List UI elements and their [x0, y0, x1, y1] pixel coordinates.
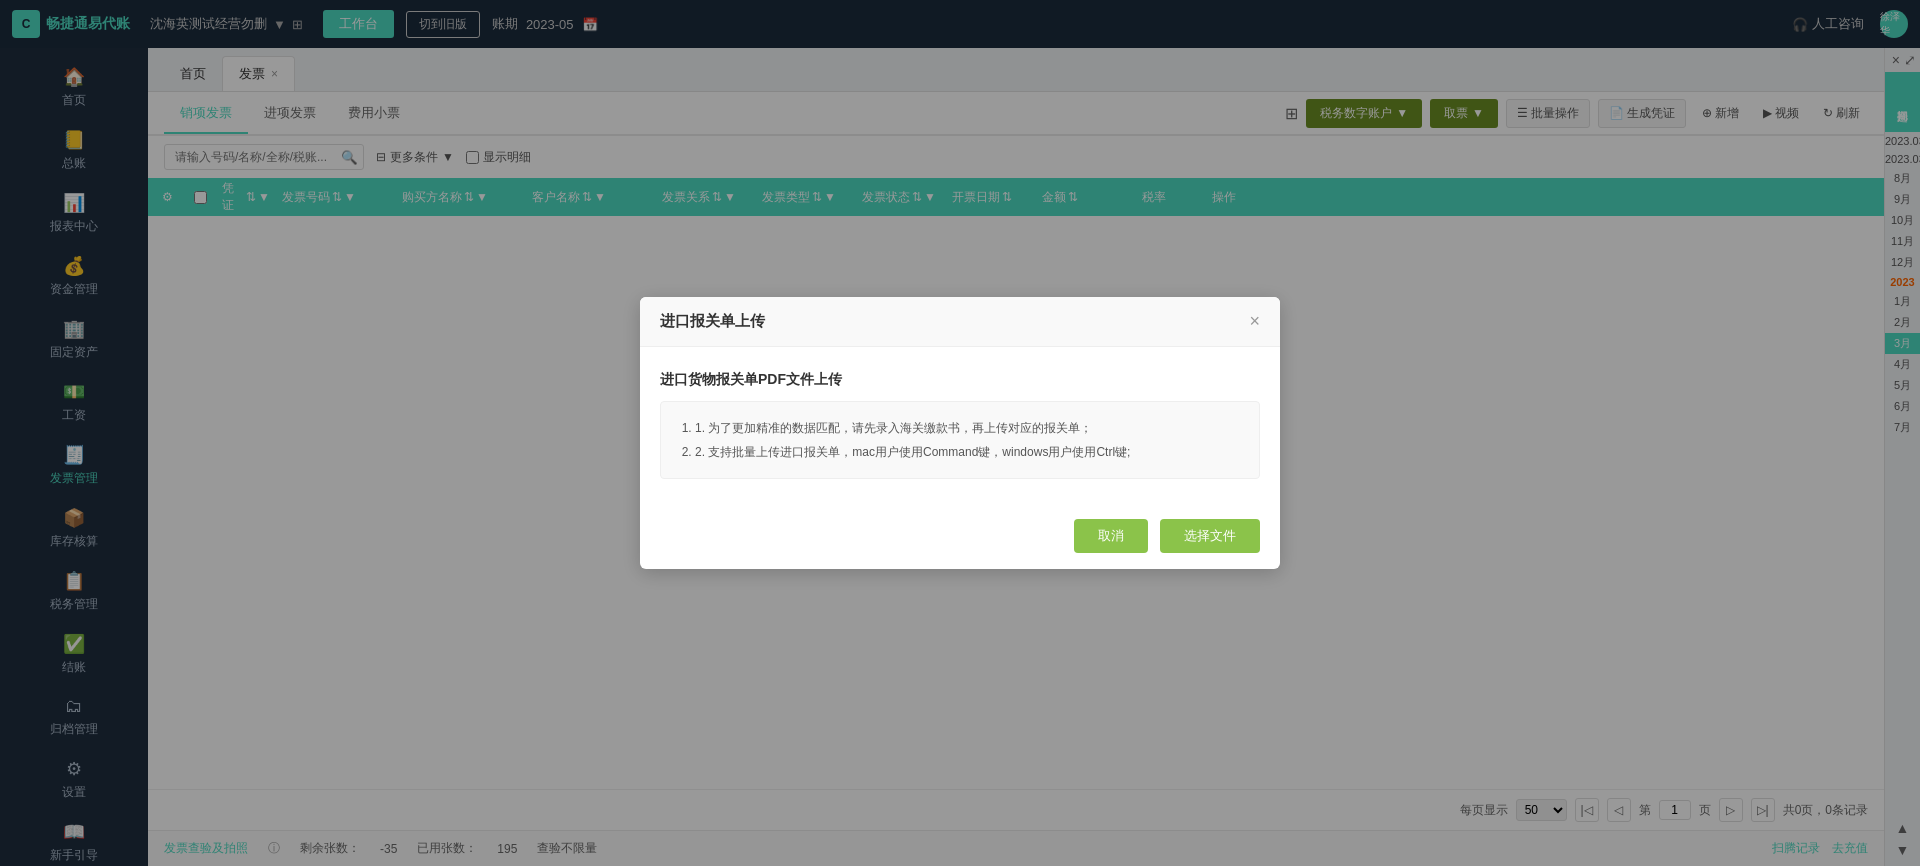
modal-title: 进口报关单上传 [660, 312, 765, 331]
modal-info-box: 1. 为了更加精准的数据匹配，请先录入海关缴款书，再上传对应的报关单； 2. 支… [660, 401, 1260, 479]
instruction-2: 2. 支持批量上传进口报关单，mac用户使用Command键，windows用户… [695, 440, 1243, 464]
modal-body: 进口货物报关单PDF文件上传 1. 为了更加精准的数据匹配，请先录入海关缴款书，… [640, 347, 1280, 503]
modal-header: 进口报关单上传 × [640, 297, 1280, 347]
instruction-1: 1. 为了更加精准的数据匹配，请先录入海关缴款书，再上传对应的报关单； [695, 416, 1243, 440]
modal-footer: 取消 选择文件 [640, 503, 1280, 569]
modal-close-button[interactable]: × [1249, 311, 1260, 332]
modal-overlay[interactable]: 进口报关单上传 × 进口货物报关单PDF文件上传 1. 为了更加精准的数据匹配，… [0, 0, 1920, 866]
modal-dialog: 进口报关单上传 × 进口货物报关单PDF文件上传 1. 为了更加精准的数据匹配，… [640, 297, 1280, 569]
cancel-modal-button[interactable]: 取消 [1074, 519, 1148, 553]
select-file-button[interactable]: 选择文件 [1160, 519, 1260, 553]
modal-section-title: 进口货物报关单PDF文件上传 [660, 371, 1260, 389]
